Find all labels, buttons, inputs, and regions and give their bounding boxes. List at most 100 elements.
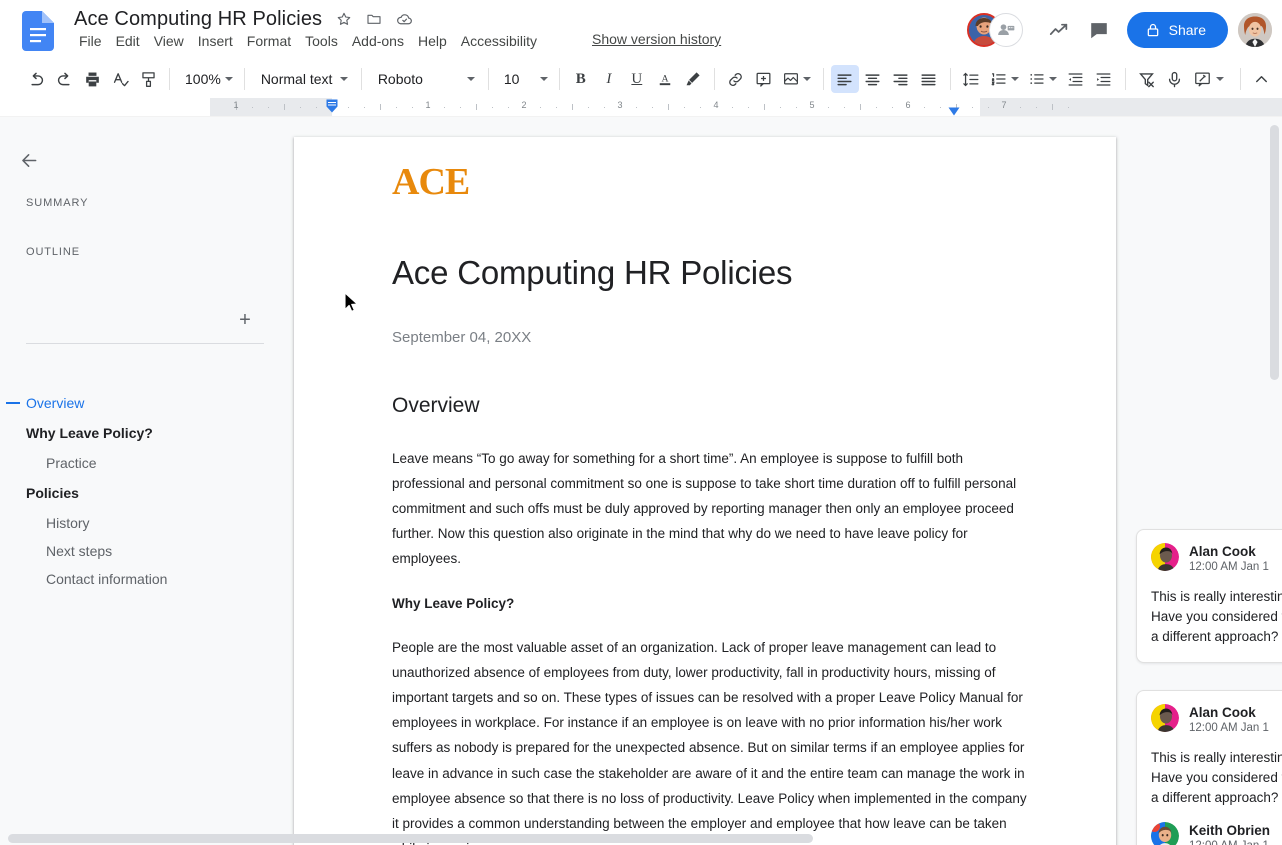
font-family-value: Roboto (378, 71, 423, 87)
menu-accessibility[interactable]: Accessibility (454, 31, 544, 51)
align-right-icon[interactable] (887, 65, 915, 93)
comment-card[interactable]: Alan Cook 12:00 AM Jan 1 This is really … (1136, 690, 1282, 845)
add-summary-button[interactable]: + (232, 307, 258, 333)
sidebar-item-why-leave-policy[interactable]: Why Leave Policy? (0, 417, 294, 449)
align-center-icon[interactable] (859, 65, 887, 93)
paint-format-icon[interactable] (134, 65, 162, 93)
voice-typing-icon[interactable] (1161, 65, 1189, 93)
vertical-scrollbar[interactable] (1267, 117, 1282, 845)
activity-dashboard-icon[interactable] (1039, 10, 1079, 50)
document-title[interactable]: Ace Computing HR Policies (72, 7, 324, 32)
paragraph-style-value: Normal text (261, 71, 333, 87)
ruler-number: 1 (425, 100, 430, 110)
avatar (1151, 704, 1179, 732)
editing-mode-dropdown[interactable] (1189, 65, 1229, 93)
collapse-toolbar-icon[interactable] (1248, 65, 1276, 93)
spelling-check-icon[interactable] (106, 65, 134, 93)
document-date: September 04, 20XX (392, 329, 1032, 346)
bulleted-list-dropdown[interactable] (1024, 65, 1062, 93)
chevron-down-icon (803, 77, 811, 81)
align-left-icon[interactable] (831, 65, 859, 93)
outline-sidebar: SUMMARY + OUTLINE Overview Why Leave Pol… (0, 117, 294, 845)
google-docs-logo-icon[interactable] (22, 11, 54, 51)
menu-edit[interactable]: Edit (109, 31, 147, 51)
horizontal-scrollbar[interactable] (0, 833, 1282, 845)
undo-icon[interactable] (22, 65, 50, 93)
comment-header: Alan Cook 12:00 AM Jan 1 (1151, 704, 1282, 736)
decrease-indent-icon[interactable] (1062, 65, 1090, 93)
section-heading-overview: Overview (392, 394, 1032, 418)
paragraph-style-dropdown[interactable]: Normal text (252, 65, 354, 93)
add-comment-icon[interactable] (750, 65, 778, 93)
italic-icon[interactable]: I (595, 65, 623, 93)
menu-format[interactable]: Format (240, 31, 298, 51)
header-actions: Share (967, 8, 1274, 52)
share-button[interactable]: Share (1127, 12, 1228, 48)
menu-help[interactable]: Help (411, 31, 454, 51)
chevron-down-icon (225, 77, 233, 81)
account-avatar[interactable] (1238, 13, 1272, 47)
toolbar-divider (488, 68, 489, 90)
sidebar-item-overview[interactable]: Overview (0, 389, 294, 417)
comment-meta: Alan Cook 12:00 AM Jan 1 (1189, 704, 1269, 736)
ruler-number: 6 (905, 100, 910, 110)
outline-label: Overview (26, 392, 94, 414)
sidebar-item-practice[interactable]: Practice (0, 449, 294, 477)
comment-history-icon[interactable] (1079, 10, 1119, 50)
left-indent-marker[interactable] (326, 99, 338, 112)
comment-author: Alan Cook (1189, 543, 1269, 560)
document-heading: Ace Computing HR Policies (392, 253, 1032, 293)
paragraph-why-leave-policy: People are the most valuable asset of an… (392, 635, 1032, 845)
ruler-number: 5 (809, 100, 814, 110)
font-family-dropdown[interactable]: Roboto (369, 65, 481, 93)
toolbar-divider (559, 68, 560, 90)
cloud-saved-icon[interactable] (394, 9, 414, 29)
align-justify-icon[interactable] (915, 65, 943, 93)
highlight-color-icon[interactable] (679, 65, 707, 93)
sidebar-item-next-steps[interactable]: Next steps (0, 537, 294, 565)
menu-insert[interactable]: Insert (191, 31, 240, 51)
horizontal-scrollbar-thumb[interactable] (8, 834, 813, 843)
font-size-dropdown[interactable]: 10 (496, 65, 552, 93)
star-icon[interactable] (334, 9, 354, 29)
insert-link-icon[interactable] (722, 65, 750, 93)
outline-label: Policies (26, 482, 89, 504)
chevron-down-icon (340, 77, 348, 81)
insert-image-dropdown[interactable] (778, 65, 816, 93)
line-spacing-icon[interactable] (958, 65, 986, 93)
redo-icon[interactable] (50, 65, 78, 93)
menu-tools[interactable]: Tools (298, 31, 345, 51)
toolbar-divider (169, 68, 170, 90)
sidebar-item-history[interactable]: History (0, 509, 294, 537)
clear-formatting-icon[interactable] (1133, 65, 1161, 93)
sidebar-item-contact-information[interactable]: Contact information (0, 565, 294, 593)
increase-indent-icon[interactable] (1090, 65, 1118, 93)
zoom-level-dropdown[interactable]: 100% (177, 65, 237, 93)
ruler-number: 4 (713, 100, 718, 110)
workspace: SUMMARY + OUTLINE Overview Why Leave Pol… (0, 117, 1282, 845)
sidebar-item-policies[interactable]: Policies (0, 477, 294, 509)
text-color-icon[interactable]: A (651, 65, 679, 93)
vertical-scrollbar-thumb[interactable] (1270, 125, 1279, 380)
show-version-history-link[interactable]: Show version history (592, 31, 721, 47)
paragraph-overview: Leave means “To go away for something fo… (392, 446, 1032, 572)
comment-card[interactable]: Alan Cook 12:00 AM Jan 1 This is really … (1136, 529, 1282, 663)
menu-file[interactable]: File (72, 31, 109, 51)
print-icon[interactable] (78, 65, 106, 93)
zoom-level-value: 100% (185, 71, 221, 87)
ruler-track: 1 1 2 3 4 5 6 (210, 98, 1282, 116)
anonymous-viewer-icon[interactable] (989, 13, 1023, 47)
menu-add-ons[interactable]: Add-ons (345, 31, 411, 51)
folder-icon[interactable] (364, 9, 384, 29)
back-arrow-icon[interactable] (14, 145, 44, 175)
menu-view[interactable]: View (147, 31, 191, 51)
document-page[interactable]: ACE Ace Computing HR Policies September … (294, 137, 1116, 845)
right-indent-marker[interactable] (948, 103, 960, 116)
outline-label: Why Leave Policy? (26, 422, 163, 444)
numbered-list-dropdown[interactable] (986, 65, 1024, 93)
bold-icon[interactable]: B (567, 65, 595, 93)
document-ruler[interactable]: 1 1 2 3 4 5 6 (0, 98, 1282, 116)
underline-icon[interactable]: U (623, 65, 651, 93)
ruler-number: 7 (1001, 100, 1006, 110)
chevron-down-icon (540, 77, 548, 81)
